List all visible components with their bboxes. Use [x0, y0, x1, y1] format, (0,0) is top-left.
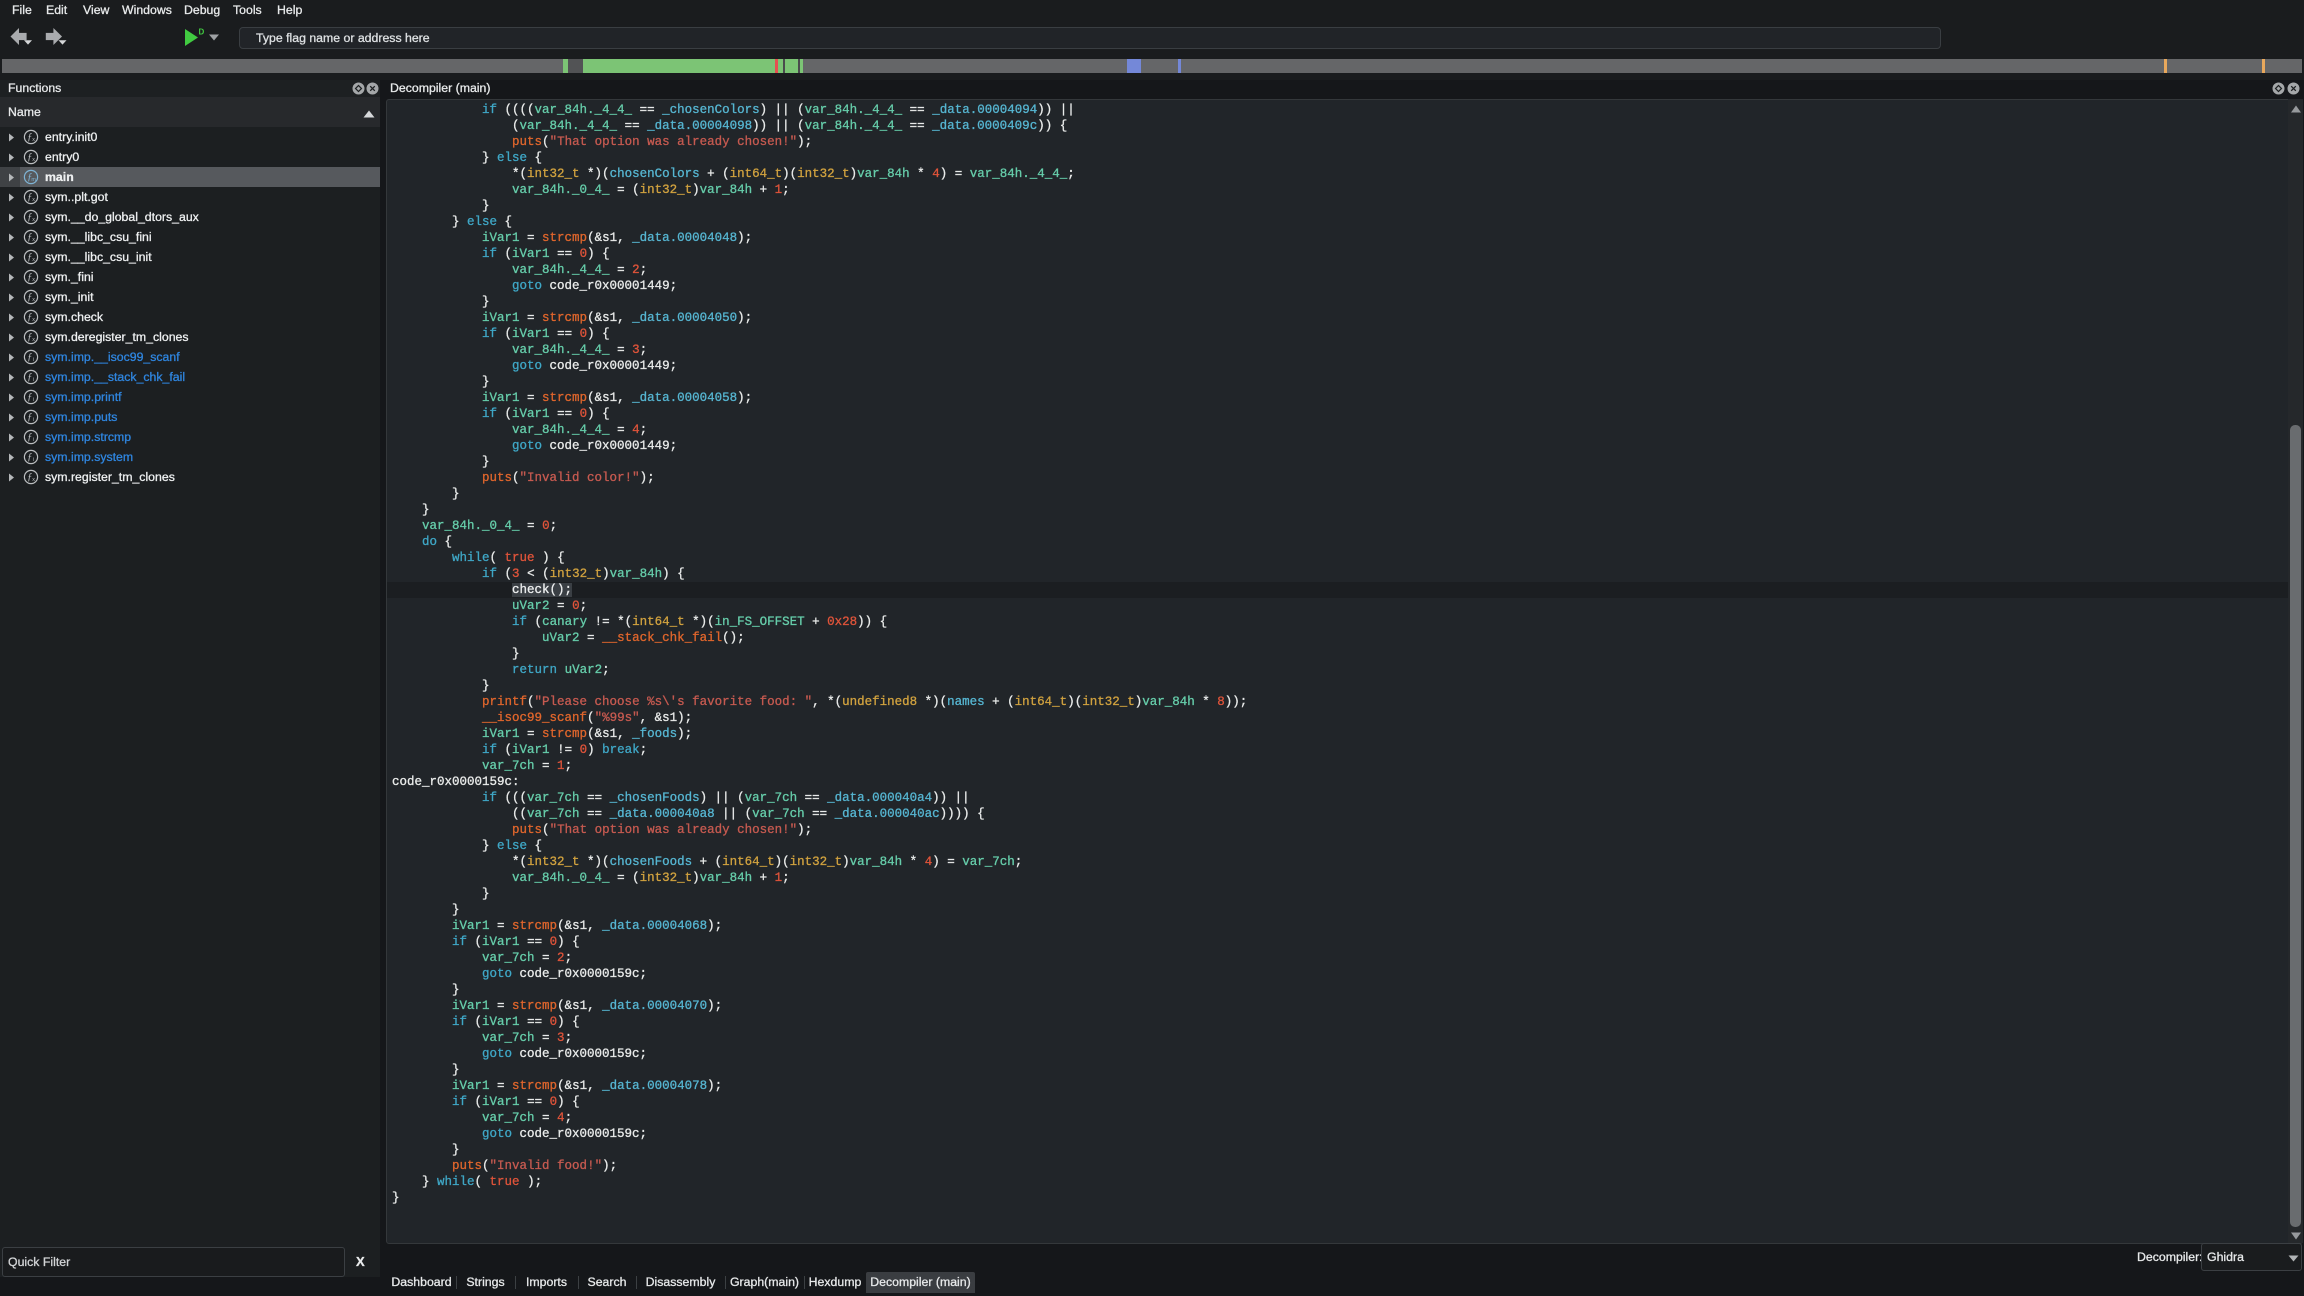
svg-text:x: x: [32, 157, 35, 163]
svg-text:x: x: [32, 237, 35, 243]
svg-text:ƒ: ƒ: [27, 412, 32, 423]
svg-text:ƒ: ƒ: [27, 352, 32, 363]
svg-text:i: i: [33, 457, 34, 463]
svg-text:ƒ: ƒ: [27, 452, 32, 463]
svg-text:x: x: [32, 277, 35, 283]
svg-text:i: i: [33, 357, 34, 363]
svg-text:x: x: [32, 217, 35, 223]
svg-text:x: x: [32, 137, 35, 143]
svg-text:ƒ: ƒ: [27, 372, 32, 383]
svg-text:x: x: [32, 257, 35, 263]
svg-text:i: i: [33, 417, 34, 423]
svg-text:x: x: [32, 297, 35, 303]
svg-text:x: x: [32, 477, 35, 483]
svg-text:D: D: [199, 28, 205, 37]
svg-text:m: m: [31, 177, 36, 183]
svg-text:i: i: [33, 377, 34, 383]
svg-text:x: x: [32, 197, 35, 203]
svg-text:ƒ: ƒ: [27, 432, 32, 443]
svg-text:i: i: [33, 437, 34, 443]
svg-text:x: x: [32, 317, 35, 323]
svg-text:x: x: [32, 337, 35, 343]
svg-text:i: i: [33, 397, 34, 403]
svg-text:ƒ: ƒ: [27, 392, 32, 403]
